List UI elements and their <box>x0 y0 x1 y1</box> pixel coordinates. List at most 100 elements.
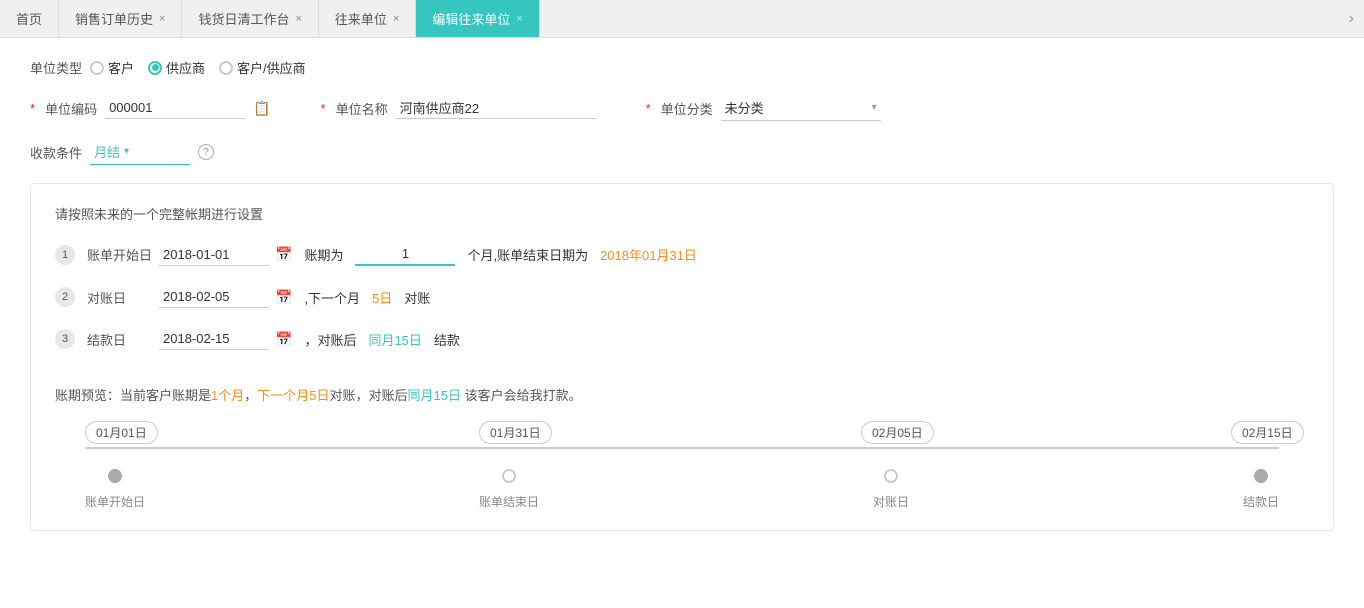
radio-both[interactable]: 客户/供应商 <box>219 58 306 77</box>
tab-sales-history[interactable]: 销售订单历史 × <box>59 0 182 37</box>
period-input[interactable] <box>355 243 455 266</box>
radio-supplier[interactable]: 供应商 <box>148 58 205 77</box>
calendar-icon[interactable]: 📋 <box>253 100 270 117</box>
preview-sep1: ， <box>244 388 257 403</box>
tab-edit-partner[interactable]: 编辑往来单位 × <box>416 0 539 37</box>
section-title: 请按照未来的一个完整帐期进行设置 <box>55 204 1309 223</box>
chevron-down-icon: ▾ <box>872 102 877 113</box>
code-group: * 单位编码 📋 <box>30 97 271 119</box>
node-label-1: 账单结束日 <box>479 493 539 510</box>
radio-customer-circle <box>90 61 104 75</box>
close-icon[interactable]: × <box>159 13 165 25</box>
date-field-2: 📅 <box>159 286 292 308</box>
reconcile-suffix-post: 对账 <box>404 288 430 307</box>
node-circle-2 <box>884 469 898 483</box>
preview-part3: 同月15日 <box>408 388 461 403</box>
payment-dropdown[interactable]: 月结 ▾ <box>90 139 190 165</box>
radio-group: 客户 供应商 客户/供应商 <box>90 58 306 77</box>
reconcile-date-input[interactable] <box>159 286 269 308</box>
period-label: 账期为 <box>304 245 343 264</box>
preview-part1: 1个月 <box>211 388 244 403</box>
radio-both-circle <box>219 61 233 75</box>
timeline-node-1: 01月31日 账单结束日 <box>479 431 539 510</box>
payment-label: 收款条件 <box>30 143 82 162</box>
chevron-down-icon: ▾ <box>124 146 129 157</box>
code-input[interactable] <box>105 97 245 119</box>
close-icon[interactable]: × <box>393 13 399 25</box>
category-dropdown[interactable]: 未分类 ▾ <box>721 95 881 121</box>
node-badge-0: 01月01日 <box>85 421 158 444</box>
payment-suffix-highlight: 同月15日 <box>368 330 421 349</box>
date-field-3: 📅 <box>159 328 292 350</box>
timeline-node-2: 02月05日 对账日 <box>873 431 909 510</box>
preview-section: 账期预览：当前客户账期是1个月，下一个月5日对账，对账后同月15日 该客户会给我… <box>55 370 1309 407</box>
reconcile-suffix-highlight: 5日 <box>372 288 392 307</box>
node-label-2: 对账日 <box>873 493 909 510</box>
calendar-icon-1[interactable]: 📅 <box>275 246 292 263</box>
node-badge-1: 01月31日 <box>479 421 552 444</box>
reconcile-suffix-pre: ,下一个月 <box>304 288 360 307</box>
category-label: 单位分类 <box>661 99 713 118</box>
close-icon[interactable]: × <box>295 13 301 25</box>
tab-partner-label: 往来单位 <box>335 9 387 28</box>
tab-home[interactable]: 首页 <box>0 0 59 37</box>
row-num-3: 3 <box>55 329 75 349</box>
tab-partner[interactable]: 往来单位 × <box>319 0 416 37</box>
radio-customer-label: 客户 <box>108 58 134 77</box>
node-circle-3 <box>1254 469 1268 483</box>
timeline: 01月01日 账单开始日 01月31日 账单结束日 02月05日 <box>55 431 1309 510</box>
payment-group: 收款条件 月结 ▾ ? <box>30 139 214 165</box>
category-group: * 单位分类 未分类 ▾ <box>646 95 881 121</box>
tab-cash-work-label: 钱货日清工作台 <box>198 9 289 28</box>
help-icon[interactable]: ? <box>198 144 214 160</box>
code-required: * <box>30 101 35 116</box>
row-label-3: 结款日 <box>87 330 147 349</box>
tab-edit-partner-label: 编辑往来单位 <box>432 9 510 28</box>
radio-supplier-label: 供应商 <box>166 58 205 77</box>
category-value: 未分类 <box>725 98 868 117</box>
unit-type-group: 单位类型 客户 供应商 客户/供应商 <box>30 58 306 77</box>
tab-sales-history-label: 销售订单历史 <box>75 9 153 28</box>
node-label-3: 结款日 <box>1243 493 1279 510</box>
preview-text: 账期预览：当前客户账期是1个月，下一个月5日对账，对账后同月15日 该客户会给我… <box>55 384 1309 407</box>
main-content: 单位类型 客户 供应商 客户/供应商 * 单位编码 <box>0 38 1364 608</box>
row-num-1: 1 <box>55 245 75 265</box>
name-input[interactable] <box>396 97 596 119</box>
preview-part4: 该客户会给我打款。 <box>465 388 582 403</box>
data-row-3: 3 结款日 📅 ，对账后同月15日结款 <box>55 328 1309 350</box>
payment-date-input[interactable] <box>159 328 269 350</box>
category-required: * <box>646 101 651 116</box>
preview-sep2: 对账，对账后 <box>330 388 408 403</box>
node-badge-3: 02月15日 <box>1231 421 1304 444</box>
radio-customer[interactable]: 客户 <box>90 58 134 77</box>
tab-arrow[interactable]: › <box>1339 10 1364 28</box>
name-required: * <box>321 101 326 116</box>
node-label-0: 账单开始日 <box>85 493 145 510</box>
payment-value: 月结 <box>94 142 120 161</box>
tab-cash-work[interactable]: 钱货日清工作台 × <box>182 0 318 37</box>
data-row-1: 1 账单开始日 📅 账期为 个月,账单结束日期为 2018年01月31日 <box>55 243 1309 266</box>
timeline-nodes: 01月01日 账单开始日 01月31日 账单结束日 02月05日 <box>85 431 1279 510</box>
row-label-1: 账单开始日 <box>87 245 147 264</box>
period-end: 2018年01月31日 <box>600 245 697 264</box>
node-circle-0 <box>108 469 122 483</box>
node-badge-2: 02月05日 <box>861 421 934 444</box>
period-unit: 个月,账单结束日期为 <box>467 245 588 264</box>
code-name-category-row: * 单位编码 📋 * 单位名称 * 单位分类 未分类 ▾ <box>30 95 1334 121</box>
payment-suffix-pre: ，对账后 <box>304 330 356 349</box>
unit-type-row: 单位类型 客户 供应商 客户/供应商 <box>30 58 1334 77</box>
unit-type-label: 单位类型 <box>30 58 82 77</box>
date-field-1: 📅 <box>159 244 292 266</box>
section-box: 请按照未来的一个完整帐期进行设置 1 账单开始日 📅 账期为 个月,账单结束日期… <box>30 183 1334 531</box>
radio-supplier-circle <box>148 61 162 75</box>
name-group: * 单位名称 <box>321 97 596 119</box>
close-icon[interactable]: × <box>516 13 522 25</box>
start-date-input[interactable] <box>159 244 269 266</box>
preview-label: 账期预览：当前客户账期是 <box>55 388 211 403</box>
calendar-icon-2[interactable]: 📅 <box>275 289 292 306</box>
name-label: 单位名称 <box>336 99 388 118</box>
tab-bar: 首页 销售订单历史 × 钱货日清工作台 × 往来单位 × 编辑往来单位 × › <box>0 0 1364 38</box>
calendar-icon-3[interactable]: 📅 <box>275 331 292 348</box>
preview-part2: 下一个月5日 <box>257 388 329 403</box>
tab-home-label: 首页 <box>16 9 42 28</box>
